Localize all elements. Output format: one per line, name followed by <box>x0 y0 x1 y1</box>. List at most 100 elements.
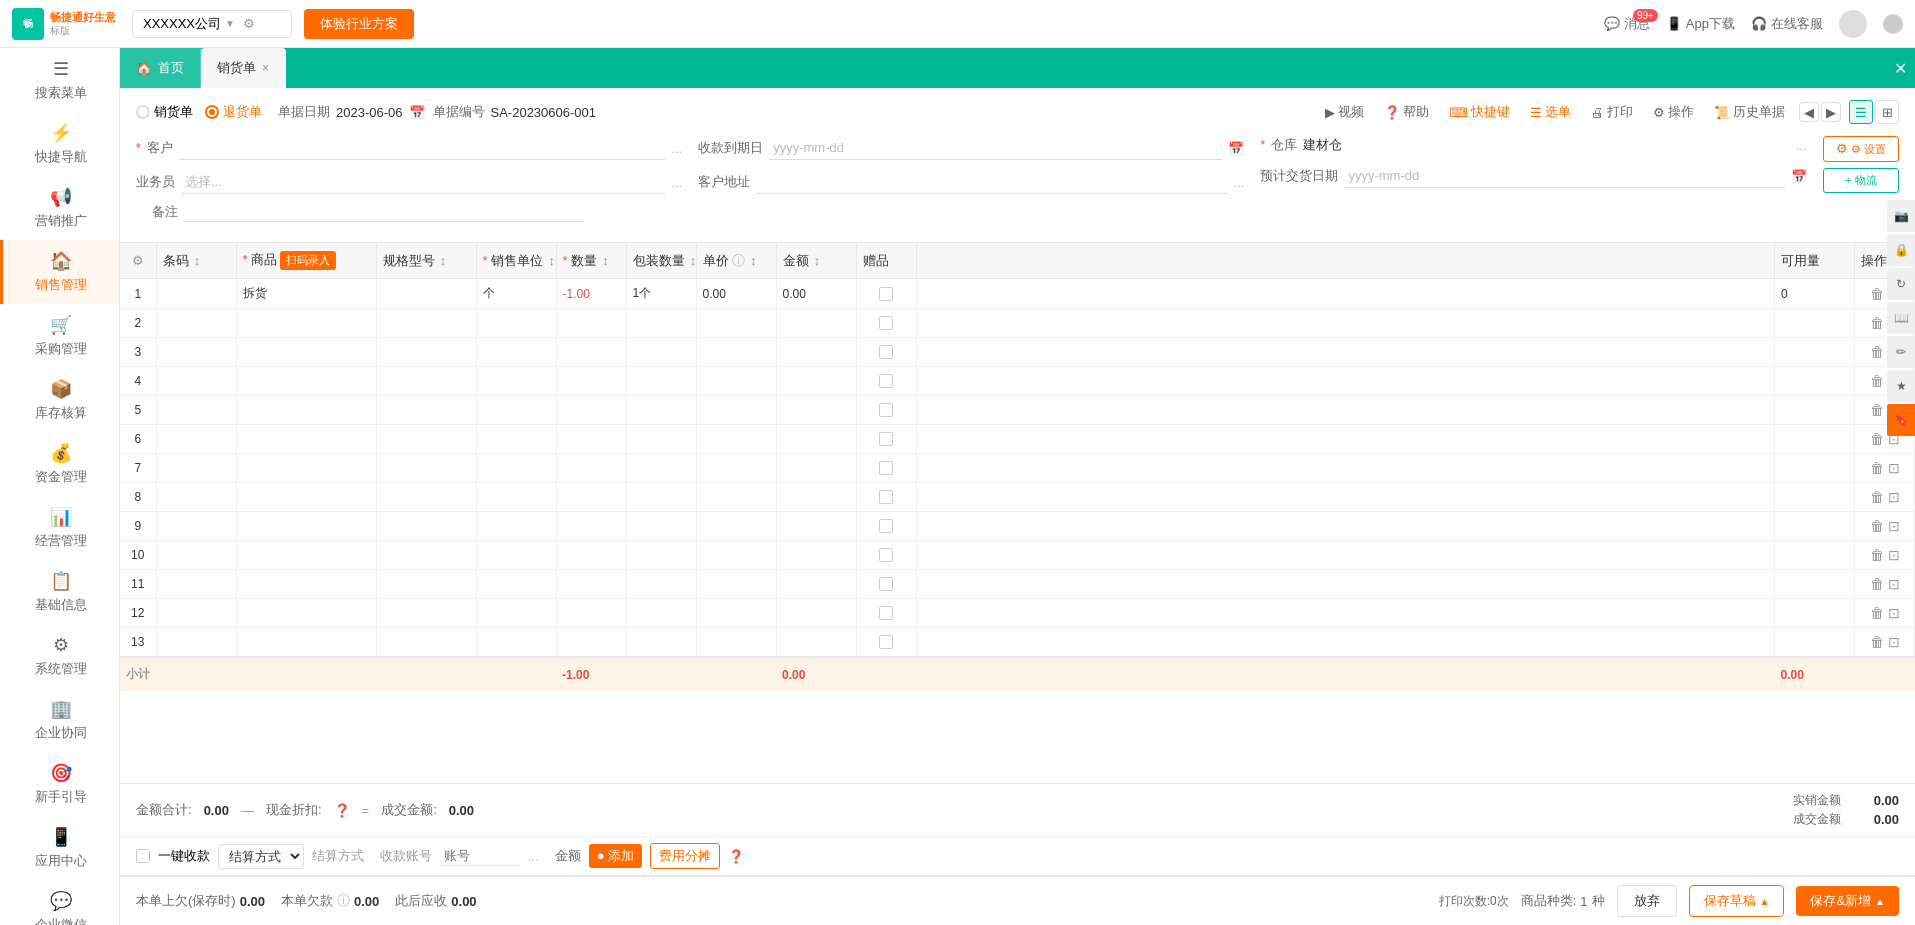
salesperson-input[interactable] <box>181 170 665 194</box>
gift-checkbox-7[interactable] <box>879 461 893 475</box>
row-barcode-13[interactable] <box>156 628 236 658</box>
row-product-12[interactable] <box>236 599 376 628</box>
row-product-6[interactable] <box>236 425 376 454</box>
price-sort-icon[interactable]: ↕ <box>750 253 757 268</box>
sidebar-item-wechat[interactable]: 💬 企业微信 <box>0 880 119 925</box>
gift-checkbox-6[interactable] <box>879 432 893 446</box>
row-gift-3[interactable] <box>856 338 916 367</box>
row-gift-11[interactable] <box>856 570 916 599</box>
gift-checkbox-5[interactable] <box>879 403 893 417</box>
history-btn[interactable]: 📜 历史单据 <box>1708 101 1791 123</box>
delete-row-7-icon[interactable]: 🗑 <box>1870 460 1884 476</box>
app-download-button[interactable]: 📱 App下载 <box>1666 15 1735 33</box>
delete-row-1-icon[interactable]: 🗑 <box>1870 286 1884 302</box>
sidebar-item-inventory[interactable]: 📦 库存核算 <box>0 368 119 432</box>
expense-split-button[interactable]: 费用分摊 <box>650 843 720 869</box>
row-unit-5[interactable] <box>476 396 556 425</box>
row-product-8[interactable] <box>236 483 376 512</box>
row-barcode-2[interactable] <box>156 309 236 338</box>
row-qty-2[interactable] <box>556 309 626 338</box>
sidebar-item-sales[interactable]: 🏠 销售管理 <box>0 240 119 304</box>
row-price-13[interactable] <box>696 628 776 658</box>
settings-icon[interactable]: ⚙ <box>243 16 255 31</box>
one-click-payment-checkbox[interactable] <box>136 849 150 863</box>
close-all-tabs-icon[interactable]: ✕ <box>1894 59 1907 78</box>
row-price-11[interactable] <box>696 570 776 599</box>
next-record-btn[interactable]: ▶ <box>1821 102 1841 122</box>
gift-checkbox-3[interactable] <box>879 345 893 359</box>
delete-row-2-icon[interactable]: 🗑 <box>1870 315 1884 331</box>
copy-row-10-icon[interactable]: ⊡ <box>1888 547 1900 563</box>
online-service-button[interactable]: 🎧 在线客服 <box>1751 15 1823 33</box>
th-settings[interactable]: ⚙ <box>120 243 156 279</box>
delete-row-9-icon[interactable]: 🗑 <box>1870 518 1884 534</box>
float-refresh-btn[interactable]: ↻ <box>1887 268 1915 300</box>
calendar3-icon[interactable]: 📅 <box>1791 169 1807 184</box>
payment-dots[interactable]: ... <box>528 849 539 864</box>
gift-checkbox-13[interactable] <box>879 635 893 649</box>
delete-row-5-icon[interactable]: 🗑 <box>1870 402 1884 418</box>
row-price-3[interactable] <box>696 338 776 367</box>
row-price-10[interactable] <box>696 541 776 570</box>
float-orange-btn[interactable]: 🔖 <box>1887 404 1915 436</box>
sidebar-item-quick-nav[interactable]: ⚡ 快捷导航 <box>0 112 119 176</box>
row-price-2[interactable] <box>696 309 776 338</box>
sidebar-item-search[interactable]: ☰ 搜索菜单 <box>0 48 119 112</box>
gift-checkbox-9[interactable] <box>879 519 893 533</box>
list-view-btn[interactable]: ☰ <box>1849 100 1873 124</box>
row-spec-10[interactable] <box>376 541 476 570</box>
row-spec-12[interactable] <box>376 599 476 628</box>
row-qty-9[interactable] <box>556 512 626 541</box>
gift-checkbox-2[interactable] <box>879 316 893 330</box>
gift-checkbox-10[interactable] <box>879 548 893 562</box>
row-barcode-10[interactable] <box>156 541 236 570</box>
row-product-10[interactable] <box>236 541 376 570</box>
row-unit-2[interactable] <box>476 309 556 338</box>
row-spec-11[interactable] <box>376 570 476 599</box>
row-product-7[interactable] <box>236 454 376 483</box>
delete-row-4-icon[interactable]: 🗑 <box>1870 373 1884 389</box>
row-product-4[interactable] <box>236 367 376 396</box>
row-unit-13[interactable] <box>476 628 556 658</box>
row-spec-9[interactable] <box>376 512 476 541</box>
row-unit-3[interactable] <box>476 338 556 367</box>
row-gift-13[interactable] <box>856 628 916 658</box>
row-unit-6[interactable] <box>476 425 556 454</box>
row-gift-4[interactable] <box>856 367 916 396</box>
row-price-4[interactable] <box>696 367 776 396</box>
payment-account-input[interactable] <box>440 846 520 866</box>
row-price-7[interactable] <box>696 454 776 483</box>
row-qty-11[interactable] <box>556 570 626 599</box>
row-barcode-9[interactable] <box>156 512 236 541</box>
salesperson-dots[interactable]: ... <box>671 175 682 190</box>
row-product-2[interactable] <box>236 309 376 338</box>
tab-sales-order[interactable]: 销货单 × <box>201 48 286 88</box>
sidebar-item-marketing[interactable]: 📢 营销推广 <box>0 176 119 240</box>
row-qty-6[interactable] <box>556 425 626 454</box>
payment-date-input[interactable] <box>769 136 1222 160</box>
prev-record-btn[interactable]: ◀ <box>1799 102 1819 122</box>
row-unit-7[interactable] <box>476 454 556 483</box>
customer-dots[interactable]: ... <box>671 141 682 156</box>
delete-row-8-icon[interactable]: 🗑 <box>1870 489 1884 505</box>
gift-checkbox-8[interactable] <box>879 490 893 504</box>
select-btn[interactable]: ☰ 选单 <box>1524 101 1577 123</box>
float-camera-btn[interactable]: 📷 <box>1887 200 1915 232</box>
sidebar-item-basic-info[interactable]: 📋 基础信息 <box>0 560 119 624</box>
row-barcode-8[interactable] <box>156 483 236 512</box>
gift-checkbox-11[interactable] <box>879 577 893 591</box>
row-spec-3[interactable] <box>376 338 476 367</box>
row-barcode-5[interactable] <box>156 396 236 425</box>
row-product-13[interactable] <box>236 628 376 658</box>
company-selector[interactable]: XXXXXX公司 ▼ ⚙ <box>132 10 292 38</box>
customer-addr-dots[interactable]: ... <box>1234 175 1245 190</box>
barcode-sort-icon[interactable]: ↕ <box>194 253 201 268</box>
operations-btn[interactable]: ⚙ 操作 <box>1647 101 1700 123</box>
row-unit-1[interactable]: 个 <box>476 279 556 309</box>
add-payment-button[interactable]: ● 添加 <box>589 844 642 868</box>
row-product-3[interactable] <box>236 338 376 367</box>
gift-checkbox-4[interactable] <box>879 374 893 388</box>
sidebar-item-enterprise[interactable]: 🏢 企业协同 <box>0 688 119 752</box>
delete-row-11-icon[interactable]: 🗑 <box>1870 576 1884 592</box>
row-gift-9[interactable] <box>856 512 916 541</box>
